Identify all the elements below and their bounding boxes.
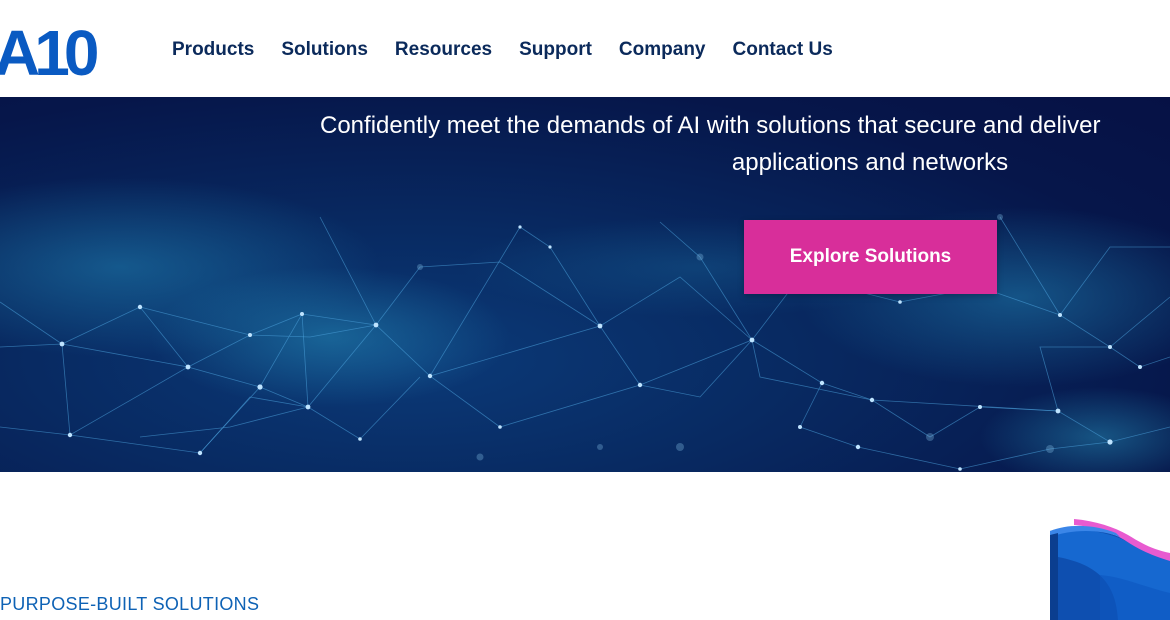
nav-solutions[interactable]: Solutions <box>281 36 368 64</box>
nav-products[interactable]: Products <box>172 36 254 64</box>
hero-title-line2: applications and networks <box>731 149 1009 176</box>
3d-shape-graphic <box>1050 519 1170 620</box>
nav-contact-us[interactable]: Contact Us <box>733 36 833 64</box>
hero-title-line1: Confidently meet the demands of AI with … <box>320 112 1101 139</box>
nav-company[interactable]: Company <box>619 36 706 64</box>
logo-text: A10 <box>0 23 97 77</box>
page: A10 Products Solutions Resources Support… <box>0 0 1170 620</box>
section-label: PURPOSE-BUILT SOLUTIONS <box>0 594 260 614</box>
hero-banner: Confidently meet the demands of AI with … <box>0 97 1170 472</box>
a10-logo[interactable]: A10 <box>0 23 126 77</box>
explore-solutions-button[interactable]: Explore Solutions <box>744 220 997 294</box>
nav-resources[interactable]: Resources <box>395 36 492 64</box>
main-nav: Products Solutions Resources Support Com… <box>172 36 833 64</box>
nav-support[interactable]: Support <box>519 36 592 64</box>
site-header: A10 Products Solutions Resources Support… <box>0 0 1170 97</box>
